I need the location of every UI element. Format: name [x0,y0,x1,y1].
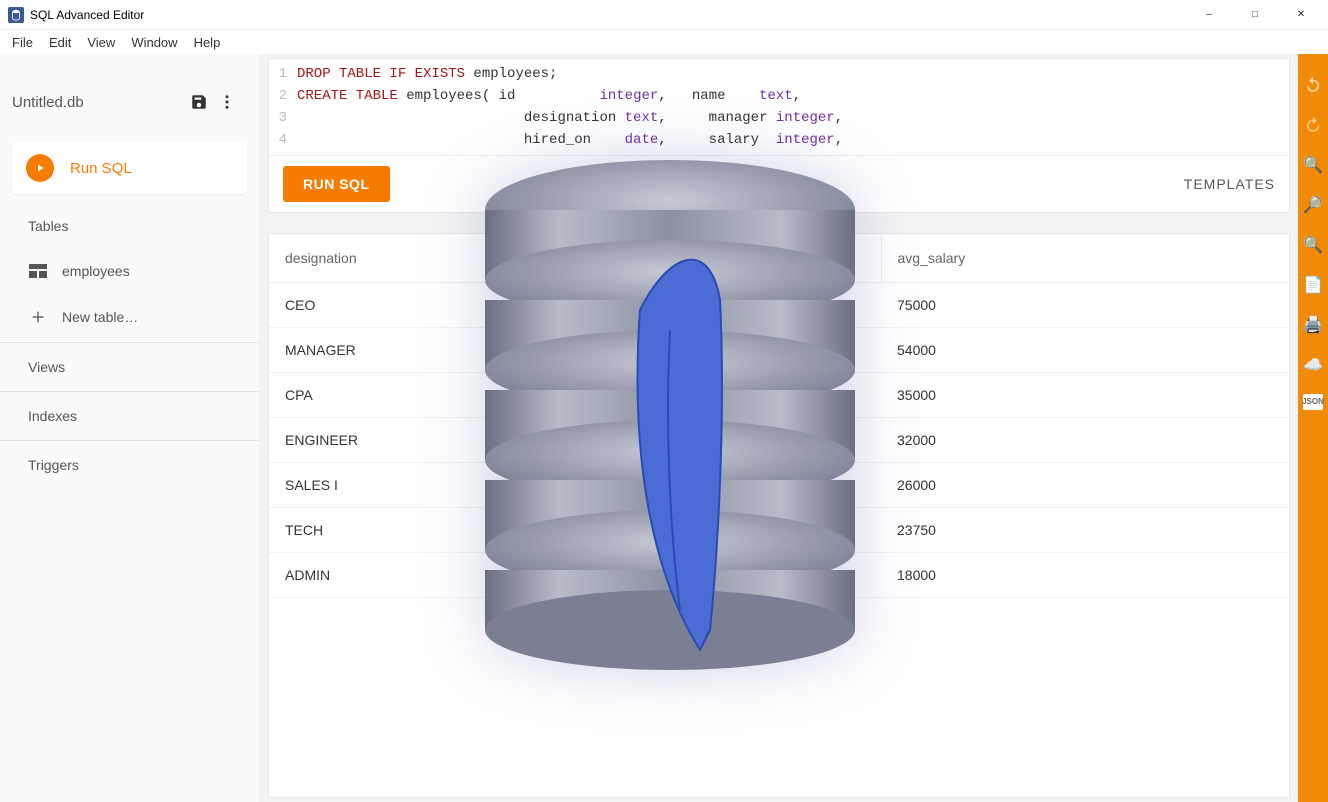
table-icon [28,261,48,281]
save-icon[interactable] [185,88,213,116]
table-item-label: employees [62,263,130,279]
menu-file[interactable]: File [4,33,41,52]
plus-icon [28,307,48,327]
menu-edit[interactable]: Edit [41,33,79,52]
menu-view[interactable]: View [79,33,123,52]
col-avg-salary[interactable]: avg_salary [881,234,1289,283]
db-header: Untitled.db [0,84,259,120]
code-body: DROP TABLE IF EXISTS employees;CREATE TA… [293,63,843,151]
run-sql-button[interactable]: RUN SQL [283,166,390,202]
table-row[interactable]: ENGINEER32000 [269,418,1289,463]
indexes-section-label[interactable]: Indexes [0,394,259,438]
zoom-icon[interactable]: 🔍 [1302,154,1324,176]
tables-section-label: Tables [0,204,259,248]
editor-toolbar: RUN SQL TEMPLATES [269,155,1289,212]
table-row[interactable]: TECH23750 [269,508,1289,553]
content-area: 1234 DROP TABLE IF EXISTS employees;CREA… [260,54,1328,802]
window-minimize-button[interactable]: – [1186,0,1232,30]
app-icon [8,7,24,23]
line-gutter: 1234 [269,63,293,151]
table-row[interactable]: SALES I26000 [269,463,1289,508]
play-icon [26,154,54,182]
views-section-label[interactable]: Views [0,345,259,389]
table-row[interactable]: CEO75000 [269,283,1289,328]
window-maximize-button[interactable]: □ [1232,0,1278,30]
sql-editor-card: 1234 DROP TABLE IF EXISTS employees;CREA… [268,58,1290,213]
results-table: designation avg_salary CEO75000 MANAGER5… [269,234,1289,598]
main-area: Untitled.db Run SQL Tables employees [0,54,1328,802]
print-icon[interactable]: 🖨️ [1302,314,1324,336]
menu-help[interactable]: Help [186,33,229,52]
window-close-button[interactable]: ✕ [1278,0,1324,30]
triggers-section-label[interactable]: Triggers [0,443,259,487]
right-toolbar: 🔍 🔎 🔍 📄 🖨️ ☁️ JSON [1298,54,1328,802]
sidebar: Untitled.db Run SQL Tables employees [0,54,260,802]
new-table-label: New table… [62,309,138,325]
new-table-item[interactable]: New table… [0,294,259,340]
menubar: File Edit View Window Help [0,30,1328,54]
results-card: designation avg_salary CEO75000 MANAGER5… [268,233,1290,798]
more-icon[interactable] [213,88,241,116]
titlebar: SQL Advanced Editor – □ ✕ [0,0,1328,30]
cloud-icon[interactable]: ☁️ [1302,354,1324,376]
find-icon[interactable]: 🔍 [1302,234,1324,256]
table-item-employees[interactable]: employees [0,248,259,294]
redo-icon[interactable] [1302,114,1324,136]
results-header-row: designation avg_salary [269,234,1289,283]
fit-icon[interactable]: 🔎 [1302,194,1324,216]
run-sql-label: Run SQL [70,160,132,177]
table-row[interactable]: MANAGER54000 [269,328,1289,373]
col-designation[interactable]: designation [269,234,881,283]
sql-editor[interactable]: 1234 DROP TABLE IF EXISTS employees;CREA… [269,59,1289,155]
window-title: SQL Advanced Editor [30,8,144,22]
undo-icon[interactable] [1302,74,1324,96]
json-icon[interactable]: JSON [1303,394,1323,410]
table-row[interactable]: ADMIN18000 [269,553,1289,598]
table-row[interactable]: CPA35000 [269,373,1289,418]
menu-window[interactable]: Window [123,33,185,52]
templates-button[interactable]: TEMPLATES [1184,176,1275,192]
run-sql-card[interactable]: Run SQL [12,142,247,194]
export-icon[interactable]: 📄 [1302,274,1324,296]
db-name: Untitled.db [12,94,185,111]
